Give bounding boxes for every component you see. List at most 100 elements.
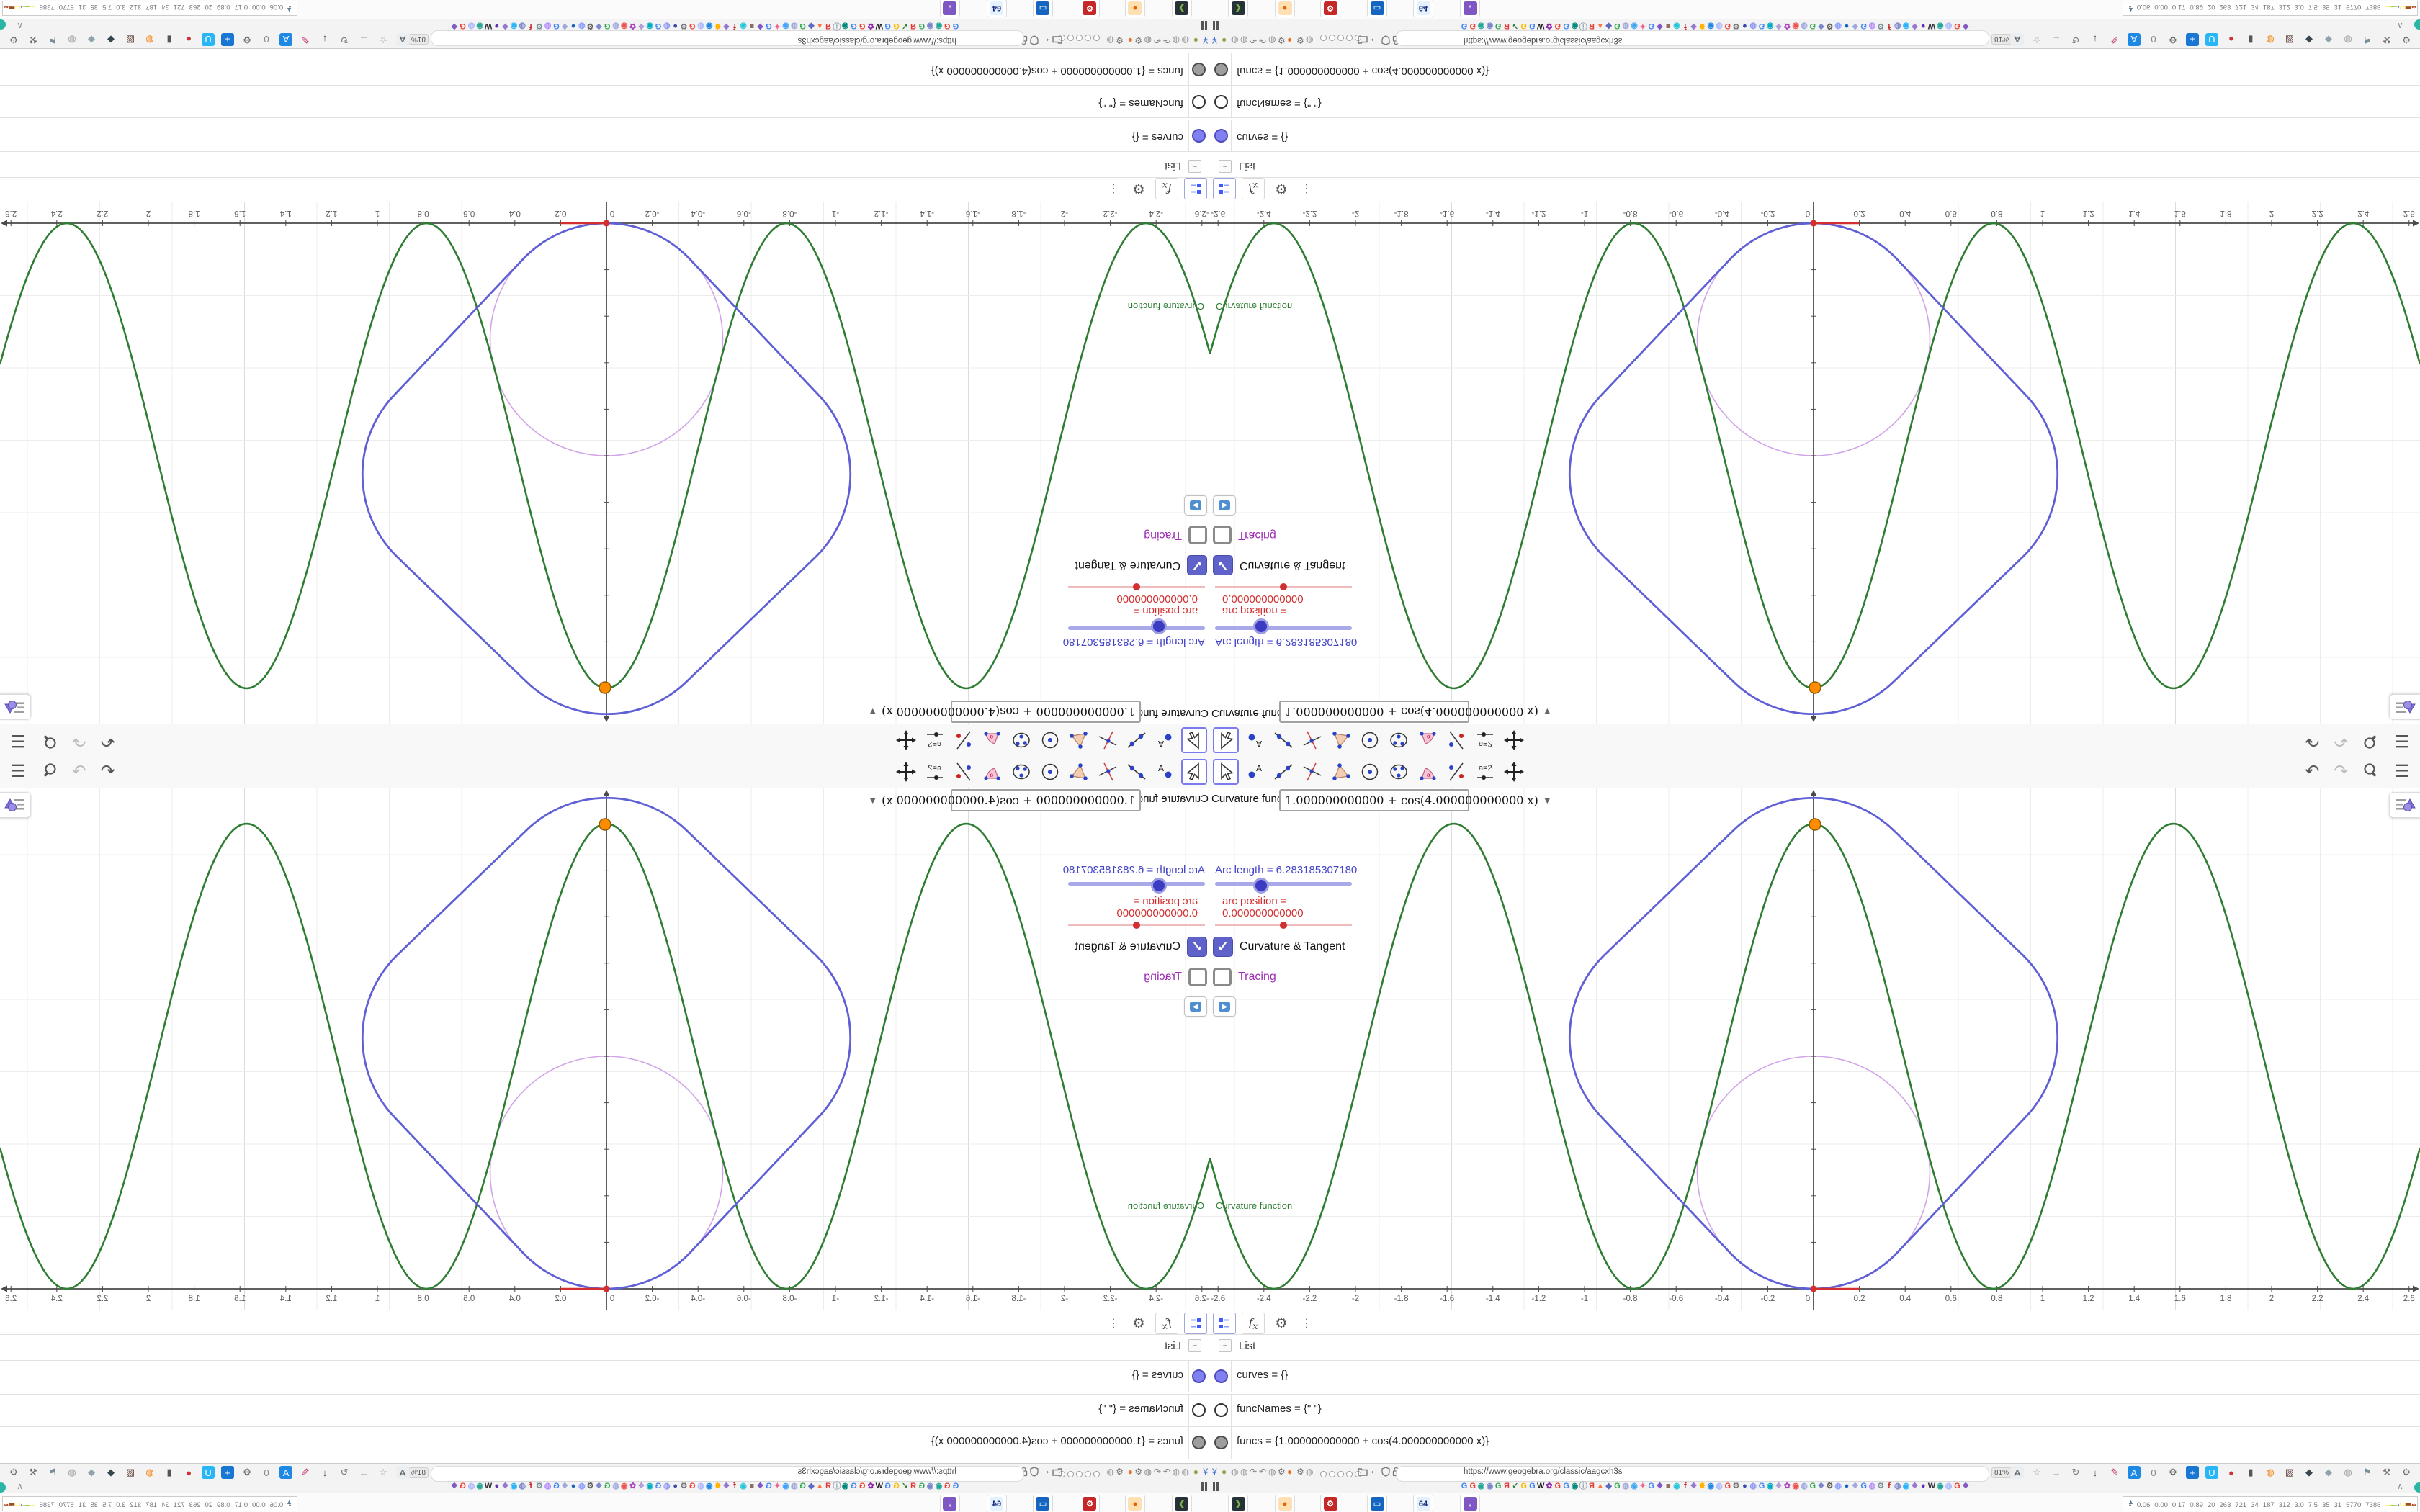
arc-length-slider[interactable]	[1215, 878, 1352, 894]
bookmark-favicon[interactable]: ●	[493, 1482, 501, 1490]
browser-extension-icon[interactable]: →	[2050, 1466, 2063, 1479]
bookmark-favicon[interactable]: ◉	[781, 22, 790, 30]
settings-gear-icon[interactable]: ⚙	[1270, 179, 1292, 199]
taskbar-launcher-icon[interactable]: ▭	[1033, 0, 1053, 17]
taskbar-launcher-icon[interactable]: 64	[1413, 1495, 1433, 1512]
search-icon[interactable]	[40, 762, 58, 783]
taskbar-launcher-icon[interactable]: ▭	[1033, 1495, 1053, 1512]
bookmark-favicon[interactable]: ◍	[544, 22, 552, 30]
undo-icon[interactable]: ↶	[2305, 763, 2319, 780]
bookmark-favicon[interactable]: ❖	[1655, 22, 1664, 30]
browser-extension-icon[interactable]: ⚙	[7, 1466, 20, 1479]
bookmark-favicon[interactable]: Я	[1502, 22, 1511, 30]
bookmark-favicon[interactable]: G	[918, 22, 926, 30]
visibility-toggle-curves[interactable]	[1192, 1369, 1206, 1383]
bookmark-favicon[interactable]: G	[1613, 1482, 1621, 1490]
arc-position-slider-knob[interactable]	[1133, 922, 1140, 929]
tool-conic-button[interactable]	[1008, 759, 1034, 785]
extension-icon[interactable]: ◍	[1107, 35, 1114, 45]
bookmark-favicon[interactable]: ◉	[739, 22, 748, 30]
tool-conic-button[interactable]	[1386, 759, 1412, 785]
curvature-tangent-checkbox[interactable]: ✓	[1213, 937, 1233, 957]
visibility-toggle-funcnames[interactable]	[1192, 1403, 1206, 1417]
bookmark-favicon[interactable]: ❖	[637, 1482, 645, 1490]
shield-icon[interactable]	[1030, 1467, 1039, 1477]
bookmark-favicon[interactable]: ✿	[866, 1482, 875, 1490]
bookmark-favicon[interactable]: G	[688, 1482, 696, 1490]
browser-extension-icon[interactable]: ☆	[2030, 33, 2043, 46]
folder-icon[interactable]	[1358, 1467, 1368, 1476]
bookmark-favicon[interactable]: ◉	[1766, 1482, 1775, 1490]
bookmark-favicon[interactable]: ❖	[501, 1482, 510, 1490]
bookmark-favicon[interactable]: ✿	[1545, 1482, 1554, 1490]
input-help-fx-icon[interactable]: fx	[1242, 1313, 1265, 1334]
extension-icon[interactable]: ⚙	[1296, 35, 1304, 45]
bookmark-favicon[interactable]: G	[1469, 1482, 1477, 1490]
bookmark-favicon[interactable]: ⓘ	[1579, 1482, 1587, 1490]
browser-extension-icon[interactable]: ↓	[2089, 33, 2102, 46]
shield-icon[interactable]	[1381, 1467, 1390, 1477]
bookmark-favicon[interactable]: ◉	[1902, 22, 1911, 30]
bookmark-favicon[interactable]: ✓	[900, 1482, 909, 1490]
algebra-sort-icon[interactable]	[1184, 1313, 1207, 1334]
bookmark-favicon[interactable]: ❖	[1690, 22, 1698, 30]
browser-extension-icon[interactable]: →	[2050, 33, 2063, 46]
zoom-level-badge[interactable]: 81%	[408, 1467, 429, 1478]
bookmark-favicon[interactable]: ◍	[663, 22, 671, 30]
bookmark-favicon[interactable]: ◍	[1868, 22, 1876, 30]
browser-extension-icon[interactable]: +	[2186, 1466, 2199, 1479]
bookmark-favicon[interactable]: G	[849, 22, 858, 30]
taskbar-launcher-icon[interactable]: ᵥ	[1460, 1495, 1480, 1512]
algebra-row-funcnames[interactable]: funcNames = {" "}	[0, 1394, 1210, 1426]
redo-icon[interactable]: ↷	[72, 731, 86, 750]
bookmark-favicon[interactable]: G	[552, 22, 560, 30]
arc-position-slider-knob[interactable]	[1133, 583, 1140, 590]
bookmark-favicon[interactable]: ◉	[781, 1482, 790, 1490]
url-text[interactable]: https://www.geogebra.org/classic/aagcxh3…	[1464, 1467, 1623, 1476]
tool-circle-button[interactable]	[1357, 727, 1383, 753]
bookmark-favicon[interactable]: ◉	[1936, 1482, 1945, 1490]
arc-length-slider[interactable]	[1068, 618, 1205, 634]
bookmark-favicon[interactable]: ◍	[467, 1482, 475, 1490]
bookmark-favicon[interactable]: G	[1494, 1482, 1502, 1490]
curvature-point[interactable]	[599, 818, 611, 831]
tool-move-view-button[interactable]	[1501, 759, 1527, 785]
extension-icon[interactable]: ●	[1193, 1467, 1198, 1477]
tool-slider-button[interactable]: a=2	[1472, 759, 1498, 785]
browser-extension-icon[interactable]: ◍	[2341, 33, 2354, 46]
extension-icon[interactable]: ¥	[1203, 1467, 1208, 1477]
graphics-stylebar-button[interactable]	[2389, 792, 2420, 818]
browser-extension-icon[interactable]: A	[2128, 1466, 2141, 1479]
browser-extension-icon[interactable]: ✎	[2108, 1466, 2121, 1479]
undo-icon[interactable]: ↶	[101, 762, 115, 781]
bookmark-favicon[interactable]: ▲	[815, 1482, 824, 1490]
more-options-icon[interactable]: ⋮	[1301, 181, 1312, 196]
bookmark-favicon[interactable]: ❖	[1910, 1482, 1919, 1490]
arc-position-slider[interactable]	[1068, 922, 1205, 929]
bookmark-favicon[interactable]: ◉	[1902, 1482, 1911, 1490]
bookmark-favicon[interactable]: ◉	[1485, 1482, 1494, 1490]
browser-extension-icon[interactable]: A	[396, 33, 409, 46]
taskbar-launcher-icon[interactable]: ᵥ	[940, 1495, 960, 1512]
bookmark-favicon[interactable]: ◍	[518, 1482, 526, 1490]
tool-slider-button[interactable]: a=2	[922, 727, 948, 753]
bookmark-favicon[interactable]: G	[459, 1482, 467, 1490]
tool-line-button[interactable]	[1270, 759, 1296, 785]
bookmark-favicon[interactable]: G	[943, 22, 951, 30]
bookmark-favicon[interactable]: G	[1520, 1482, 1528, 1490]
bookmark-favicon[interactable]: ◉	[705, 22, 714, 30]
taskbar-launcher-icon[interactable]: ᵥ	[1460, 0, 1480, 17]
bookmark-favicon[interactable]: ▲	[815, 22, 824, 30]
browser-extension-icon[interactable]: A	[279, 33, 292, 46]
bookmark-favicon[interactable]: G	[1460, 1482, 1469, 1490]
browser-extension-icon[interactable]: ✎	[2108, 33, 2121, 46]
curvature-tangent-checkbox[interactable]: ✓	[1187, 555, 1207, 575]
bookmark-favicon[interactable]: ❖	[594, 1482, 603, 1490]
extension-icon[interactable]: ◍	[1173, 35, 1180, 45]
bookmark-favicon[interactable]: ❖	[637, 22, 645, 30]
bookmark-favicon[interactable]: ❖	[450, 22, 459, 30]
bookmark-favicon[interactable]: ⓘ	[833, 1482, 841, 1490]
browser-extension-icon[interactable]: +	[221, 33, 234, 46]
tool-move-view-button[interactable]	[1501, 727, 1527, 753]
tracing-checkbox[interactable]	[1188, 968, 1207, 986]
